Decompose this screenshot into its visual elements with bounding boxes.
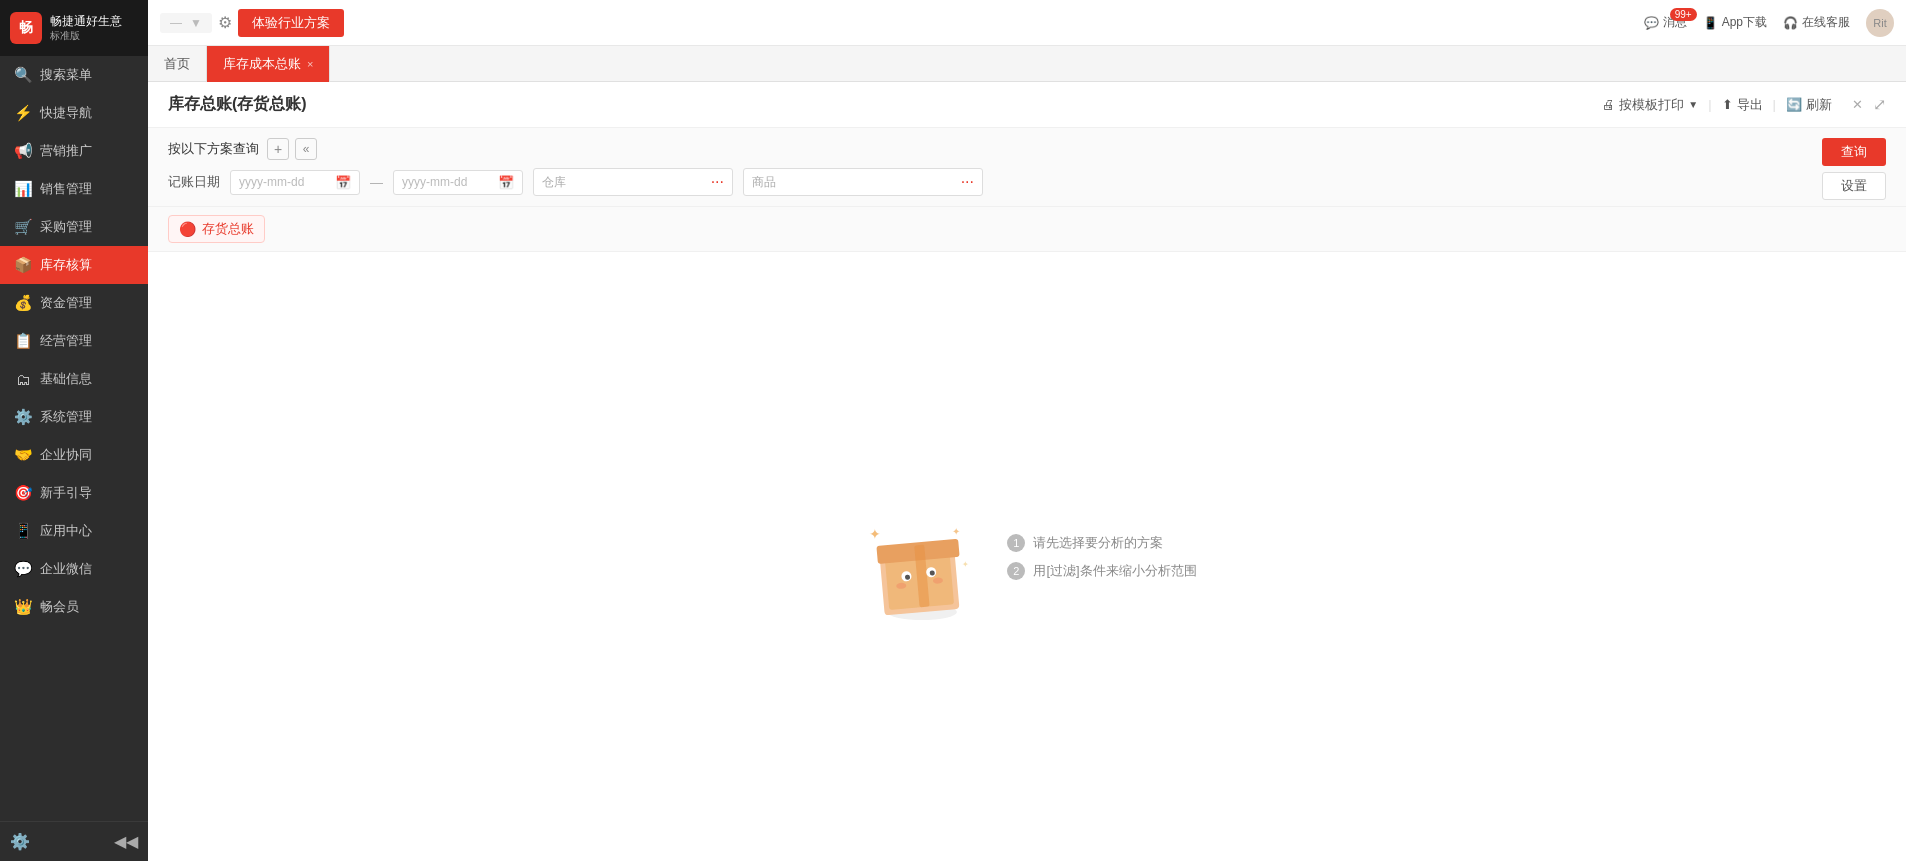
app-download-btn[interactable]: 📱 App下载 — [1703, 14, 1767, 31]
warehouse-select[interactable]: 仓库 ··· — [533, 168, 733, 196]
sidebar-item-member[interactable]: 👑 畅会员 — [0, 588, 148, 626]
inventory-icon: 📦 — [14, 256, 32, 274]
sidebar-item-operations[interactable]: 📋 经营管理 — [0, 322, 148, 360]
avatar[interactable]: Rit — [1866, 9, 1894, 37]
search-icon: 🔍 — [14, 66, 32, 84]
settings-bottom-icon[interactable]: ⚙️ — [10, 832, 30, 851]
sidebar-item-purchase[interactable]: 🛒 采购管理 — [0, 208, 148, 246]
print-btn[interactable]: 🖨 按模板打印 ▼ — [1602, 96, 1698, 114]
topbar-left: — ▼ ⚙ 体验行业方案 — [160, 9, 1636, 37]
empty-hint-2: 2 用[过滤]条件来缩小分析范围 — [1007, 562, 1196, 580]
sidebar-item-inventory[interactable]: 📦 库存核算 — [0, 246, 148, 284]
main-area: — ▼ ⚙ 体验行业方案 💬 消息 99+ 📱 App下载 🎧 在线客服 Rit — [148, 0, 1906, 861]
sidebar-item-marketing[interactable]: 📢 营销推广 — [0, 132, 148, 170]
wechat-icon: 💬 — [14, 560, 32, 578]
page-title: 库存总账(存货总账) — [168, 94, 307, 115]
topbar: — ▼ ⚙ 体验行业方案 💬 消息 99+ 📱 App下载 🎧 在线客服 Rit — [148, 0, 1906, 46]
refresh-btn[interactable]: 🔄 刷新 — [1786, 96, 1832, 114]
sidebar-item-guide[interactable]: 🎯 新手引导 — [0, 474, 148, 512]
export-btn[interactable]: ⬆ 导出 — [1722, 96, 1763, 114]
sidebar-item-system[interactable]: ⚙️ 系统管理 — [0, 398, 148, 436]
collapse-sidebar-icon[interactable]: ◀◀ — [114, 832, 138, 851]
enterprise-icon: 🤝 — [14, 446, 32, 464]
query-btn[interactable]: 查询 — [1822, 138, 1886, 166]
svg-text:✦: ✦ — [869, 526, 881, 542]
date-to-input[interactable]: yyyy-mm-dd 📅 — [393, 170, 523, 195]
sidebar-item-appstore[interactable]: 📱 应用中心 — [0, 512, 148, 550]
sidebar-bottom: ⚙️ ◀◀ — [0, 821, 148, 861]
empty-text: 1 请先选择要分析的方案 2 用[过滤]条件来缩小分析范围 — [1007, 534, 1196, 580]
member-icon: 👑 — [14, 598, 32, 616]
page-content: 库存总账(存货总账) 🖨 按模板打印 ▼ | ⬆ 导出 | 🔄 刷新 — [148, 82, 1906, 861]
purchase-icon: 🛒 — [14, 218, 32, 236]
date-field-label: 记账日期 — [168, 173, 220, 191]
tab-inventory-ledger[interactable]: 库存成本总账 × — [207, 46, 330, 82]
page-header-actions: 🖨 按模板打印 ▼ | ⬆ 导出 | 🔄 刷新 ✕ ⤢ — [1602, 95, 1886, 114]
page-header: 库存总账(存货总账) 🖨 按模板打印 ▼ | ⬆ 导出 | 🔄 刷新 — [148, 82, 1906, 128]
quicknav-icon: ⚡ — [14, 104, 32, 122]
filter-area: 按以下方案查询 + « 记账日期 yyyy-mm-dd 📅 — yyyy-mm-… — [148, 128, 1906, 207]
svg-text:✦: ✦ — [952, 526, 960, 537]
print-icon: 🖨 — [1602, 97, 1615, 112]
scheme-list: 🔴 存货总账 — [148, 207, 1906, 252]
empty-illustration: ✦ ✦ ✦ — [857, 497, 987, 627]
sales-icon: 📊 — [14, 180, 32, 198]
calendar-to-icon[interactable]: 📅 — [498, 175, 514, 190]
breadcrumb[interactable]: — ▼ — [160, 13, 212, 33]
guide-icon: 🎯 — [14, 484, 32, 502]
more-warehouse-icon: ··· — [711, 173, 724, 191]
settings-btn[interactable]: 设置 — [1822, 172, 1886, 200]
sidebar-logo: 畅 畅捷通好生意 标准版 — [0, 0, 148, 56]
date-dash: — — [370, 175, 383, 190]
calendar-from-icon[interactable]: 📅 — [335, 175, 351, 190]
trial-btn[interactable]: 体验行业方案 — [238, 9, 344, 37]
sidebar-item-finance[interactable]: 💰 资金管理 — [0, 284, 148, 322]
sidebar-item-basic[interactable]: 🗂 基础信息 — [0, 360, 148, 398]
step-1-num: 1 — [1007, 534, 1025, 552]
sidebar-item-quicknav[interactable]: ⚡ 快捷导航 — [0, 94, 148, 132]
empty-state: ✦ ✦ ✦ 1 请先选择要分析的方案 2 用[过滤]条件来缩小分析范围 — [148, 252, 1906, 861]
tab-close-icon[interactable]: × — [307, 58, 313, 70]
filter-collapse-btn[interactable]: « — [295, 138, 317, 160]
sidebar-item-enterprise[interactable]: 🤝 企业协同 — [0, 436, 148, 474]
filter-right-btns: 查询 设置 — [1822, 138, 1886, 200]
step-2-num: 2 — [1007, 562, 1025, 580]
scheme-icon: 🔴 — [179, 221, 196, 237]
logo-text: 畅捷通好生意 标准版 — [50, 14, 122, 43]
chevron-down-icon: ▼ — [1688, 99, 1698, 110]
appstore-icon: 📱 — [14, 522, 32, 540]
system-icon: ⚙️ — [14, 408, 32, 426]
message-btn[interactable]: 💬 消息 99+ — [1644, 14, 1687, 31]
filter-label: 按以下方案查询 — [168, 140, 259, 158]
sidebar-item-search[interactable]: 🔍 搜索菜单 — [0, 56, 148, 94]
logo-icon: 畅 — [10, 12, 42, 44]
scheme-tag[interactable]: 🔴 存货总账 — [168, 215, 265, 243]
product-select[interactable]: 商品 ··· — [743, 168, 983, 196]
panel-close-icon[interactable]: ✕ — [1852, 97, 1863, 112]
sidebar-item-wechat[interactable]: 💬 企业微信 — [0, 550, 148, 588]
tabs-bar: 首页 库存成本总账 × — [148, 46, 1906, 82]
topbar-settings-icon[interactable]: ⚙ — [218, 13, 232, 32]
filter-row: 记账日期 yyyy-mm-dd 📅 — yyyy-mm-dd 📅 仓库 ··· — [168, 168, 1886, 196]
filter-actions: + « — [267, 138, 317, 160]
empty-hint-1: 1 请先选择要分析的方案 — [1007, 534, 1196, 552]
finance-icon: 💰 — [14, 294, 32, 312]
marketing-icon: 📢 — [14, 142, 32, 160]
refresh-icon: 🔄 — [1786, 97, 1802, 112]
topbar-right: 💬 消息 99+ 📱 App下载 🎧 在线客服 Rit — [1644, 9, 1894, 37]
more-product-icon: ··· — [961, 173, 974, 191]
sidebar: 畅 畅捷通好生意 标准版 🔍 搜索菜单 ⚡ 快捷导航 📢 营销推广 📊 销售管理… — [0, 0, 148, 861]
operations-icon: 📋 — [14, 332, 32, 350]
sidebar-item-sales[interactable]: 📊 销售管理 — [0, 170, 148, 208]
export-icon: ⬆ — [1722, 97, 1733, 112]
date-from-input[interactable]: yyyy-mm-dd 📅 — [230, 170, 360, 195]
filter-add-btn[interactable]: + — [267, 138, 289, 160]
online-service-btn[interactable]: 🎧 在线客服 — [1783, 14, 1850, 31]
empty-image: ✦ ✦ ✦ — [857, 497, 977, 617]
tab-home[interactable]: 首页 — [148, 46, 207, 82]
panel-resize-icon[interactable]: ⤢ — [1873, 95, 1886, 114]
basic-icon: 🗂 — [14, 371, 32, 388]
svg-text:✦: ✦ — [962, 560, 969, 569]
